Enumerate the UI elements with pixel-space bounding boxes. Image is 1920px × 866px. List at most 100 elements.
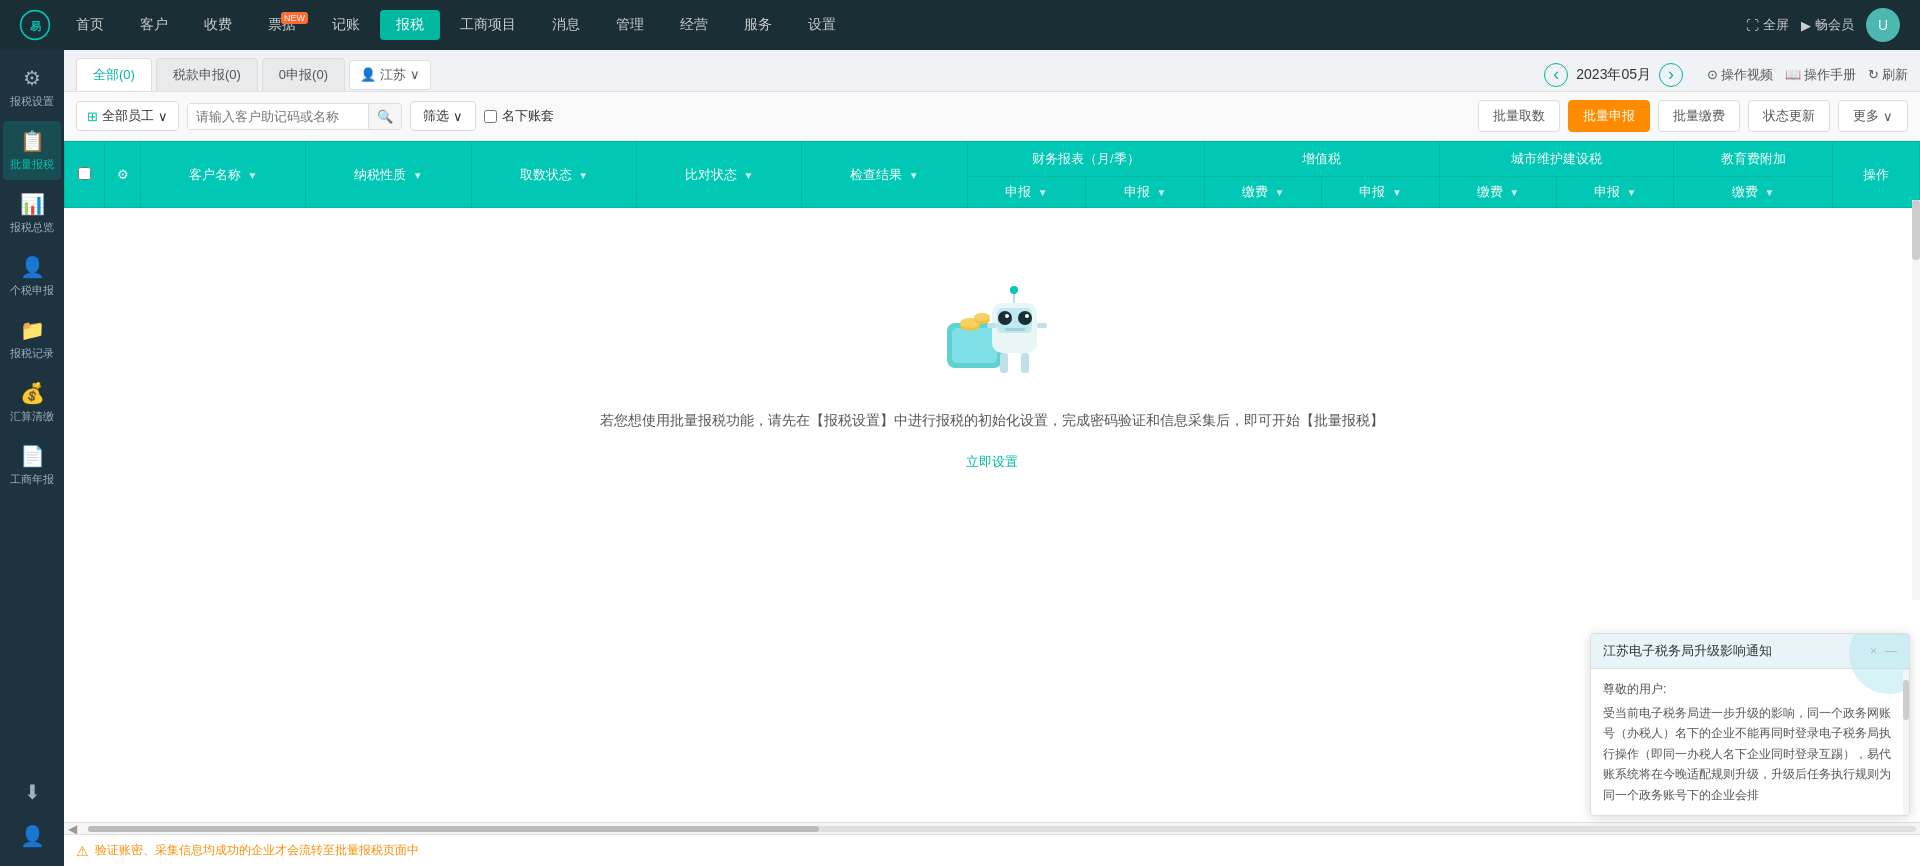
sort-icon[interactable]: ▼ [1765,187,1775,198]
nav-service[interactable]: 服务 [728,10,788,40]
sidebar-item-annual-report[interactable]: 📄 工商年报 [3,436,61,495]
sort-icon[interactable]: ▼ [743,170,753,181]
nav-operation[interactable]: 经营 [664,10,724,40]
notification-panel: 江苏电子税务局升级影响通知 × — 尊敬的用户: 受当前电子税务局进一步升级的影… [1590,633,1910,816]
data-table: ⚙ 客户名称 ▼ 纳税性质 ▼ 取数状态 ▼ [64,141,1920,531]
status-update-button[interactable]: 状态更新 [1748,100,1830,132]
top-nav-right: ⛶ 全屏 ▶ 畅会员 U [1746,8,1900,42]
download-icon: ⬇ [24,780,41,804]
nav-menu: 首页 客户 收费 票据 NEW 记账 报税 工商项目 消息 管理 经营 服务 设… [60,10,1746,40]
chevron-down-icon: ∨ [1883,109,1893,124]
sort-icon[interactable]: ▼ [1157,187,1167,198]
nav-settings[interactable]: 设置 [792,10,852,40]
prev-month-button[interactable]: ‹ [1544,63,1568,87]
nav-message[interactable]: 消息 [536,10,596,40]
sort-icon[interactable]: ▼ [1509,187,1519,198]
account-checkbox[interactable] [484,110,497,123]
batch-tax-icon: 📋 [20,129,45,153]
tabs-right-actions: ⊙ 操作视频 📖 操作手册 ↻ 刷新 [1707,66,1908,84]
sort-icon[interactable]: ▼ [1275,187,1285,198]
notif-scrollbar[interactable] [1903,670,1909,815]
sidebar-item-download[interactable]: ⬇ [3,772,61,812]
avatar[interactable]: U [1866,8,1900,42]
manual-icon: 📖 [1785,67,1801,82]
notification-content: 受当前电子税务局进一步升级的影响，同一个政务网账号（办税人）名下的企业不能再同时… [1603,703,1897,805]
sidebar-item-tax-settings[interactable]: ⚙ 报税设置 [3,58,61,117]
annual-report-icon: 📄 [20,444,45,468]
nav-tax[interactable]: 报税 [380,10,440,40]
sidebar-item-batch-tax[interactable]: 📋 批量报税 [3,121,61,180]
check-result-header: 检查结果 ▼ [802,142,967,208]
customer-name-header: 客户名称 ▼ [141,142,306,208]
horizontal-scrollbar[interactable]: ◀ [64,822,1920,834]
search-input[interactable] [188,104,368,129]
vat-declare-header: 申报 ▼ [1086,177,1205,208]
close-icon[interactable]: × [1870,644,1877,658]
batch-declare-button[interactable]: 批量申报 [1568,100,1650,132]
nav-home[interactable]: 首页 [60,10,120,40]
tax-settings-icon: ⚙ [23,66,41,90]
search-button[interactable]: 🔍 [368,104,401,129]
setup-link[interactable]: 立即设置 [966,453,1018,471]
scrollbar-track [88,826,1916,832]
sort-icon[interactable]: ▼ [1392,187,1402,198]
svg-rect-14 [1005,328,1025,331]
fullscreen-icon: ⛶ [1746,18,1759,33]
nav-accounting[interactable]: 记账 [316,10,376,40]
sidebar-item-tax-overview[interactable]: 📊 报税总览 [3,184,61,243]
nav-customer[interactable]: 客户 [124,10,184,40]
right-scrollbar[interactable] [1912,200,1920,600]
education-fee-header: 教育费附加 [1674,142,1833,177]
nav-business[interactable]: 工商项目 [444,10,532,40]
notification-greeting: 尊敬的用户: [1603,679,1897,699]
more-button[interactable]: 更多 ∨ [1838,100,1908,132]
sort-icon[interactable]: ▼ [1038,187,1048,198]
nav-manage[interactable]: 管理 [600,10,660,40]
user-icon: 👤 [360,67,376,82]
notification-title: 江苏电子税务局升级影响通知 [1603,642,1772,660]
edu-declare-header: 申报 ▼ [1557,177,1674,208]
province-selector[interactable]: 👤 江苏 ∨ [349,60,431,90]
tab-all[interactable]: 全部(0) [76,58,152,91]
sort-icon[interactable]: ▼ [909,170,919,181]
member-button[interactable]: ▶ 畅会员 [1801,16,1854,34]
sidebar-item-tax-record[interactable]: 📁 报税记录 [3,310,61,369]
next-month-button[interactable]: › [1659,63,1683,87]
settings-header[interactable]: ⚙ [105,142,141,208]
vat-header: 增值税 [1205,142,1440,177]
chevron-down-icon: ∨ [410,67,420,82]
sort-icon[interactable]: ▼ [248,170,258,181]
sidebar-item-profile[interactable]: 👤 [3,816,61,856]
sort-icon[interactable]: ▼ [413,170,423,181]
current-month: 2023年05月 [1576,66,1651,84]
batch-pay-button[interactable]: 批量缴费 [1658,100,1740,132]
operation-video-link[interactable]: ⊙ 操作视频 [1707,66,1773,84]
filter-button[interactable]: 筛选 ∨ [410,101,476,131]
svg-rect-20 [1021,353,1029,373]
chevron-down-icon: ∨ [453,109,463,124]
scrollbar-thumb [88,826,819,832]
fullscreen-button[interactable]: ⛶ 全屏 [1746,16,1789,34]
personal-tax-icon: 👤 [20,255,45,279]
nav-invoice[interactable]: 票据 NEW [252,10,312,40]
sort-icon[interactable]: ▼ [578,170,588,181]
tab-zero-declare[interactable]: 0申报(0) [262,58,345,91]
toolbar-right: 批量取数 批量申报 批量缴费 状态更新 更多 ∨ [1478,100,1908,132]
nav-fee[interactable]: 收费 [188,10,248,40]
batch-fetch-button[interactable]: 批量取数 [1478,100,1560,132]
sidebar-item-personal-tax[interactable]: 👤 个税申报 [3,247,61,306]
refresh-link[interactable]: ↻ 刷新 [1868,66,1908,84]
employee-selector[interactable]: ⊞ 全部员工 ∨ [76,101,179,131]
minimize-icon[interactable]: — [1885,644,1897,658]
app-logo[interactable]: 易 [10,0,60,50]
tab-tax-declare[interactable]: 税款申报(0) [156,58,258,91]
sidebar-item-settlement[interactable]: 💰 汇算清缴 [3,373,61,432]
select-all-checkbox[interactable] [78,167,91,180]
notif-scroll-thumb [1903,680,1909,720]
checkbox-header [65,142,105,208]
sort-icon[interactable]: ▼ [1627,187,1637,198]
operation-manual-link[interactable]: 📖 操作手册 [1785,66,1856,84]
notification-body: 尊敬的用户: 受当前电子税务局进一步升级的影响，同一个政务网账号（办税人）名下的… [1591,669,1909,815]
account-checkbox-label[interactable]: 名下账套 [484,107,554,125]
city-pay-header: 缴费 ▼ [1439,177,1556,208]
